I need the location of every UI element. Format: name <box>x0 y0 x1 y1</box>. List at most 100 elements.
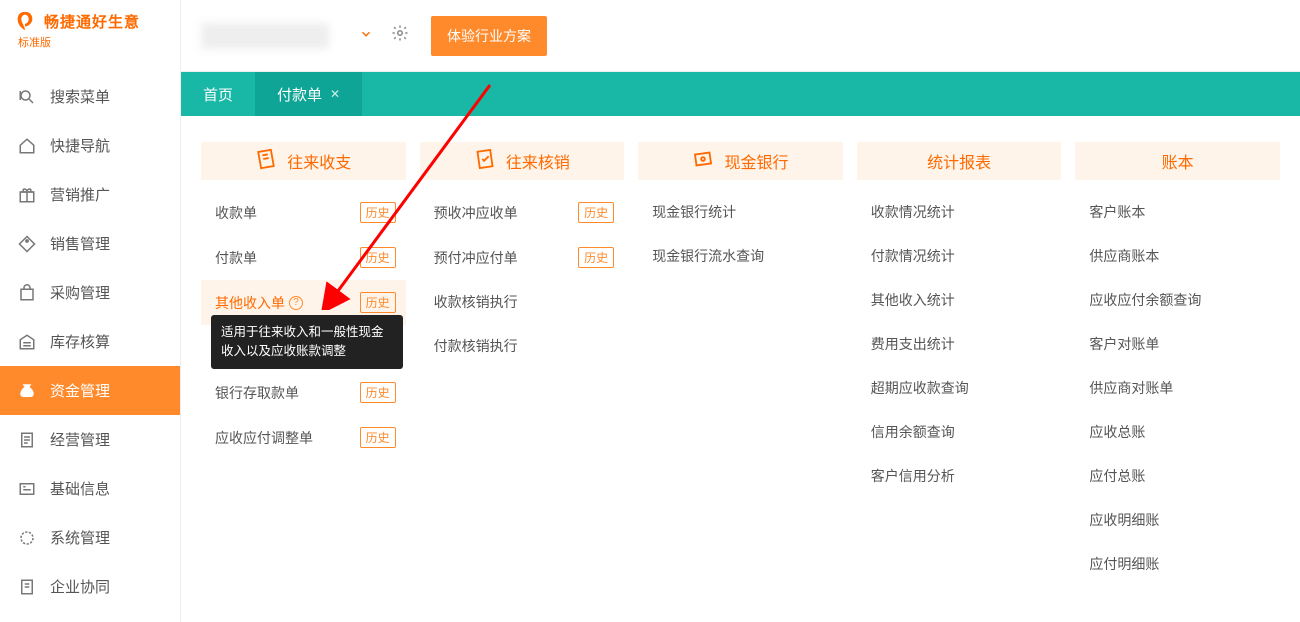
sidebar-label: 销售管理 <box>50 233 110 254</box>
row-supplier-statement[interactable]: 供应商对账单 <box>1075 366 1280 410</box>
col-ledger: 账本 客户账本 供应商账本 应收应付余额查询 客户对账单 供应商对账单 应收总账… <box>1075 142 1280 596</box>
col-header: 往来核销 <box>420 142 625 180</box>
row-prepay-offset[interactable]: 预付冲应付单 历史 <box>420 235 625 280</box>
row-label: 应收应付余额查询 <box>1089 290 1201 310</box>
row-ar-detail[interactable]: 应收明细账 <box>1075 498 1280 542</box>
row-recv-verify-exec[interactable]: 收款核销执行 <box>420 280 625 324</box>
row-customer-ledger[interactable]: 客户账本 <box>1075 190 1280 234</box>
experience-plan-button[interactable]: 体验行业方案 <box>431 16 547 56</box>
row-ar-general[interactable]: 应收总账 <box>1075 410 1280 454</box>
sidebar-item-sales[interactable]: 销售管理 <box>0 219 180 268</box>
brand-icon <box>14 10 36 32</box>
sidebar-label: 采购管理 <box>50 282 110 303</box>
wallet-icon <box>692 148 714 175</box>
gear-icon[interactable] <box>391 24 409 47</box>
col-list: 收款情况统计 付款情况统计 其他收入统计 费用支出统计 超期应收款查询 信用余额… <box>857 180 1062 498</box>
row-ap-detail[interactable]: 应付明细账 <box>1075 542 1280 586</box>
col-cash-bank: 现金银行 现金银行统计 现金银行流水查询 <box>638 142 843 596</box>
sidebar-item-purchase[interactable]: 采购管理 <box>0 268 180 317</box>
col-title: 统计报表 <box>927 149 991 173</box>
history-tag[interactable]: 历史 <box>360 292 396 313</box>
sidebar-item-finance[interactable]: 资金管理 <box>0 366 180 415</box>
row-label: 超期应收款查询 <box>871 378 969 398</box>
history-tag[interactable]: 历史 <box>360 427 396 448</box>
row-label: 付款情况统计 <box>871 246 955 266</box>
row-label: 客户对账单 <box>1089 334 1159 354</box>
sidebar-label: 快捷导航 <box>50 135 110 156</box>
sidebar-label: 搜索菜单 <box>50 86 110 107</box>
row-label: 收款单 <box>215 203 257 223</box>
row-receipt[interactable]: 收款单 历史 <box>201 190 406 235</box>
content: 往来收支 收款单 历史 付款单 历史 其他收入单 ? <box>181 116 1300 622</box>
org-name-redacted <box>201 23 329 49</box>
col-header: 现金银行 <box>638 142 843 180</box>
row-pay-verify-exec[interactable]: 付款核销执行 <box>420 324 625 368</box>
sidebar-item-inventory[interactable]: 库存核算 <box>0 317 180 366</box>
sidebar: 畅捷通好生意 标准版 搜索菜单 快捷导航 营销推广 销售管理 采购管理 <box>0 0 181 622</box>
tab-payment[interactable]: 付款单 ✕ <box>255 72 362 116</box>
receipt-icon <box>255 148 277 175</box>
row-label: 现金银行流水查询 <box>652 246 764 266</box>
col-reports: 统计报表 收款情况统计 付款情况统计 其他收入统计 费用支出统计 超期应收款查询… <box>857 142 1062 596</box>
row-overdue-ar[interactable]: 超期应收款查询 <box>857 366 1062 410</box>
row-customer-credit[interactable]: 客户信用分析 <box>857 454 1062 498</box>
row-customer-statement[interactable]: 客户对账单 <box>1075 322 1280 366</box>
collab-icon <box>18 578 36 596</box>
tab-home[interactable]: 首页 <box>181 72 255 116</box>
sidebar-item-collab[interactable]: 企业协同 <box>0 562 180 611</box>
row-label: 现金银行统计 <box>652 202 736 222</box>
sidebar-item-business[interactable]: 经营管理 <box>0 415 180 464</box>
row-label: 收款情况统计 <box>871 202 955 222</box>
sidebar-item-marketing[interactable]: 营销推广 <box>0 170 180 219</box>
main: 体验行业方案 首页 付款单 ✕ 往来收支 收款单 历史 <box>181 0 1300 622</box>
row-label: 其他收入统计 <box>871 290 955 310</box>
history-tag[interactable]: 历史 <box>578 202 614 223</box>
row-label: 收款核销执行 <box>434 292 518 312</box>
sidebar-label: 营销推广 <box>50 184 110 205</box>
sidebar-label: 企业协同 <box>50 576 110 597</box>
col-title: 账本 <box>1162 149 1194 173</box>
row-credit-balance[interactable]: 信用余额查询 <box>857 410 1062 454</box>
row-ar-ap-adjust[interactable]: 应收应付调整单 历史 <box>201 415 406 460</box>
sidebar-label: 系统管理 <box>50 527 110 548</box>
row-ar-ap-balance[interactable]: 应收应付余额查询 <box>1075 278 1280 322</box>
row-cashbank-flow[interactable]: 现金银行流水查询 <box>638 234 843 278</box>
row-prerecv-offset[interactable]: 预收冲应收单 历史 <box>420 190 625 235</box>
chevron-down-icon[interactable] <box>359 27 373 44</box>
verify-icon <box>474 148 496 175</box>
history-tag[interactable]: 历史 <box>360 202 396 223</box>
row-label: 付款核销执行 <box>434 336 518 356</box>
row-label: 应收应付调整单 <box>215 428 313 448</box>
row-label: 供应商账本 <box>1089 246 1159 266</box>
row-label: 应收总账 <box>1089 422 1145 442</box>
sidebar-label: 库存核算 <box>50 331 110 352</box>
history-tag[interactable]: 历史 <box>360 247 396 268</box>
row-label: 费用支出统计 <box>871 334 955 354</box>
col-list: 现金银行统计 现金银行流水查询 <box>638 180 843 278</box>
col-wanglai-hexiao: 往来核销 预收冲应收单 历史 预付冲应付单 历史 收款核销执行 付 <box>420 142 625 596</box>
history-tag[interactable]: 历史 <box>578 247 614 268</box>
info-card-icon <box>18 480 36 498</box>
row-supplier-ledger[interactable]: 供应商账本 <box>1075 234 1280 278</box>
row-pay-stats[interactable]: 付款情况统计 <box>857 234 1062 278</box>
row-expense-stats[interactable]: 费用支出统计 <box>857 322 1062 366</box>
col-wanglai-shouzhi: 往来收支 收款单 历史 付款单 历史 其他收入单 ? <box>201 142 406 596</box>
close-icon[interactable]: ✕ <box>330 87 340 101</box>
sidebar-label: 基础信息 <box>50 478 110 499</box>
col-title: 往来收支 <box>287 149 351 173</box>
row-label: 应付明细账 <box>1089 554 1159 574</box>
help-icon[interactable]: ? <box>289 296 303 310</box>
row-other-income-stats[interactable]: 其他收入统计 <box>857 278 1062 322</box>
row-label: 信用余额查询 <box>871 422 955 442</box>
sidebar-item-quick-nav[interactable]: 快捷导航 <box>0 121 180 170</box>
row-label-text: 其他收入单 <box>215 293 285 313</box>
sidebar-item-basicinfo[interactable]: 基础信息 <box>0 464 180 513</box>
sidebar-item-system[interactable]: 系统管理 <box>0 513 180 562</box>
row-ap-general[interactable]: 应付总账 <box>1075 454 1280 498</box>
sidebar-item-search-menu[interactable]: 搜索菜单 <box>0 72 180 121</box>
row-bank-deposit[interactable]: 银行存取款单 历史 <box>201 370 406 415</box>
history-tag[interactable]: 历史 <box>360 382 396 403</box>
row-recv-stats[interactable]: 收款情况统计 <box>857 190 1062 234</box>
row-cashbank-stats[interactable]: 现金银行统计 <box>638 190 843 234</box>
row-payment[interactable]: 付款单 历史 <box>201 235 406 280</box>
